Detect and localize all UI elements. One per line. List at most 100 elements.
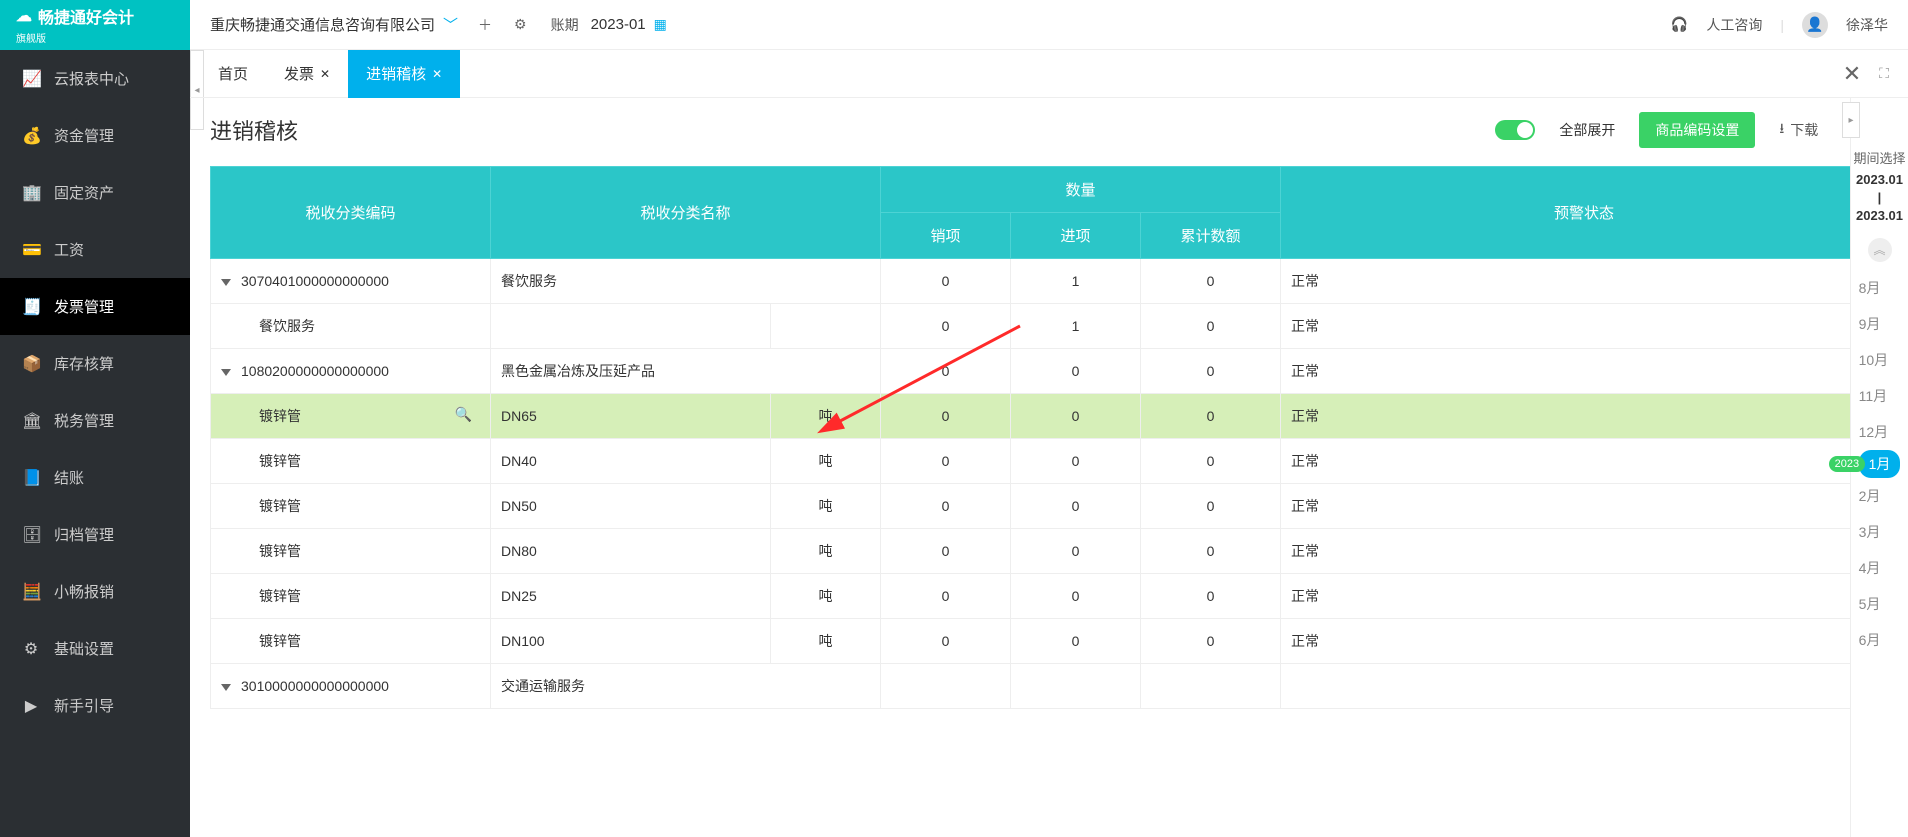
brand-edition: 旗舰版 bbox=[16, 30, 190, 45]
guide-icon: ▶ bbox=[22, 696, 40, 716]
cell-out: 0 bbox=[881, 439, 1011, 484]
cell-name: 镀锌管 bbox=[211, 529, 491, 574]
avatar[interactable]: 👤 bbox=[1802, 12, 1828, 38]
scroll-top-button[interactable]: ︽ bbox=[1868, 238, 1892, 262]
period-label: 账期 bbox=[551, 15, 579, 35]
cell-out: 0 bbox=[881, 619, 1011, 664]
month-option[interactable]: 6月 bbox=[1859, 622, 1901, 658]
table-row[interactable]: 1080200000000000000黑色金属冶炼及压延产品000正常 bbox=[211, 349, 1888, 394]
th-tax-code[interactable]: 税收分类编码 bbox=[211, 167, 491, 259]
download-icon: ⭳ bbox=[1779, 118, 1784, 142]
table-row[interactable]: 镀锌管DN50吨000正常 bbox=[211, 484, 1888, 529]
sidebar-item-4[interactable]: 🧾发票管理 bbox=[0, 278, 190, 335]
table-row[interactable]: 餐饮服务010正常 bbox=[211, 304, 1888, 349]
sidebar-item-2[interactable]: 🏢固定资产 bbox=[0, 164, 190, 221]
month-option[interactable]: 4月 bbox=[1859, 550, 1901, 586]
company-selector[interactable]: 重庆畅捷通交通信息咨询有限公司 ﹀ bbox=[210, 14, 458, 35]
th-qty-in[interactable]: 进项 bbox=[1011, 213, 1141, 259]
month-option[interactable]: 9月 bbox=[1859, 306, 1901, 342]
expand-all-label: 全部展开 bbox=[1559, 120, 1615, 140]
table-row[interactable]: 镀锌管DN40吨000正常 bbox=[211, 439, 1888, 484]
chevron-down-icon: ﹀ bbox=[443, 14, 458, 35]
month-option[interactable]: 3月 bbox=[1859, 514, 1901, 550]
invoice-icon: 🧾 bbox=[22, 297, 40, 317]
tab-close-icon[interactable]: ✕ bbox=[432, 67, 442, 81]
table-row[interactable]: 3010000000000000000交通运输服务 bbox=[211, 664, 1888, 709]
sidebar-item-5[interactable]: 📦 库存核算 bbox=[0, 335, 190, 392]
month-option[interactable]: 2月 bbox=[1859, 478, 1901, 514]
brand-block: ☁ 畅捷通好会计 旗舰版 bbox=[0, 0, 190, 50]
month-option[interactable]: 8月 bbox=[1859, 270, 1901, 306]
th-tax-name[interactable]: 税收分类名称 bbox=[491, 167, 881, 259]
cell-name: 镀锌管 bbox=[211, 484, 491, 529]
sidebar-item-8[interactable]: 🗄归档管理 bbox=[0, 506, 190, 563]
close-all-tabs[interactable]: ✕ bbox=[1834, 56, 1870, 92]
sidebar-item-label: 结账 bbox=[54, 467, 84, 488]
add-icon[interactable]: ＋ bbox=[478, 15, 492, 35]
cell-alert: 正常 bbox=[1281, 619, 1888, 664]
cell-name: 黑色金属冶炼及压延产品 bbox=[491, 349, 881, 394]
cell-total: 0 bbox=[1141, 619, 1281, 664]
sidebar-item-label: 工资 bbox=[54, 239, 84, 260]
cell-name: 餐饮服务 bbox=[491, 259, 881, 304]
sidebar-item-9[interactable]: 🧮小畅报销 bbox=[0, 563, 190, 620]
download-label: 下载 bbox=[1790, 120, 1818, 140]
th-qty-out[interactable]: 销项 bbox=[881, 213, 1011, 259]
expander-icon[interactable] bbox=[221, 684, 231, 691]
month-option[interactable]: 5月 bbox=[1859, 586, 1901, 622]
sidebar-item-10[interactable]: ⚙基础设置 bbox=[0, 620, 190, 677]
sidebar-item-7[interactable]: 📘结账 bbox=[0, 449, 190, 506]
gear-icon[interactable]: ⚙ bbox=[514, 16, 527, 33]
magnify-icon[interactable]: 🔍 bbox=[455, 406, 472, 423]
period-panel-collapse[interactable]: ▸ bbox=[1842, 102, 1860, 138]
table-row[interactable]: 3070401000000000000餐饮服务010正常 bbox=[211, 259, 1888, 304]
tab-2[interactable]: 进销稽核✕ bbox=[348, 50, 460, 98]
period-value[interactable]: 2023-01 bbox=[591, 16, 646, 33]
support-link[interactable]: 人工咨询 bbox=[1706, 15, 1762, 35]
tab-label: 首页 bbox=[218, 63, 248, 84]
cell-in: 0 bbox=[1011, 529, 1141, 574]
sidebar-item-0[interactable]: 📈云报表中心 bbox=[0, 50, 190, 107]
tab-1[interactable]: 发票✕ bbox=[266, 50, 348, 98]
period-range: 2023.01 | 2023.01 bbox=[1856, 171, 1903, 226]
audit-table: 税收分类编码 税收分类名称 数量 预警状态 销项 进项 累计数额 3070401… bbox=[210, 166, 1888, 709]
table-row[interactable]: 镀锌管DN100吨000正常 bbox=[211, 619, 1888, 664]
month-option[interactable]: 1月2023 bbox=[1859, 450, 1901, 478]
archive-icon: 🗄 bbox=[22, 525, 40, 545]
cell-unit: 吨 bbox=[771, 529, 881, 574]
cell-name: 镀锌管 bbox=[211, 439, 491, 484]
month-option[interactable]: 10月 bbox=[1859, 342, 1901, 378]
table-row[interactable]: 镀锌管DN80吨000正常 bbox=[211, 529, 1888, 574]
calendar-icon[interactable]: ▦ bbox=[654, 16, 667, 33]
month-option[interactable]: 12月 bbox=[1859, 414, 1901, 450]
sidebar-item-3[interactable]: 💳工资 bbox=[0, 221, 190, 278]
th-qty-total[interactable]: 累计数额 bbox=[1141, 213, 1281, 259]
tab-close-icon[interactable]: ✕ bbox=[320, 67, 330, 81]
expander-icon[interactable] bbox=[221, 369, 231, 376]
product-code-settings-button[interactable]: 商品编码设置 bbox=[1639, 112, 1755, 148]
sidebar-item-1[interactable]: 💰资金管理 bbox=[0, 107, 190, 164]
cell-unit bbox=[771, 304, 881, 349]
month-option[interactable]: 11月 bbox=[1859, 378, 1901, 414]
expand-all-toggle[interactable] bbox=[1495, 120, 1535, 140]
cell-unit: 吨 bbox=[771, 574, 881, 619]
cell-unit: 吨 bbox=[771, 439, 881, 484]
table-row[interactable]: 🔍镀锌管DN65吨000正常 bbox=[211, 394, 1888, 439]
th-alert[interactable]: 预警状态 bbox=[1281, 167, 1888, 259]
expander-icon[interactable] bbox=[221, 279, 231, 286]
table-row[interactable]: 镀锌管DN25吨000正常 bbox=[211, 574, 1888, 619]
cell-alert: 正常 bbox=[1281, 394, 1888, 439]
tab-0[interactable]: 首页 bbox=[200, 50, 266, 98]
fullscreen-icon[interactable]: ⛶ bbox=[1870, 65, 1898, 82]
download-button[interactable]: ⭳ 下载 bbox=[1779, 118, 1818, 142]
cell-unit: 吨 bbox=[771, 484, 881, 529]
cell-out bbox=[881, 664, 1011, 709]
sidebar-item-label: 库存核算 bbox=[54, 353, 114, 374]
cell-total: 0 bbox=[1141, 259, 1281, 304]
stock-icon: 📦 bbox=[22, 354, 40, 374]
sidebar-item-label: 资金管理 bbox=[54, 125, 114, 146]
period-panel: ▸ 期间选择 2023.01 | 2023.01 ︽ 8月9月10月11月12月… bbox=[1850, 98, 1908, 837]
sidebar-item-6[interactable]: 🏛税务管理 bbox=[0, 392, 190, 449]
user-name[interactable]: 徐泽华 bbox=[1846, 15, 1888, 35]
sidebar-item-11[interactable]: ▶新手引导 bbox=[0, 677, 190, 734]
